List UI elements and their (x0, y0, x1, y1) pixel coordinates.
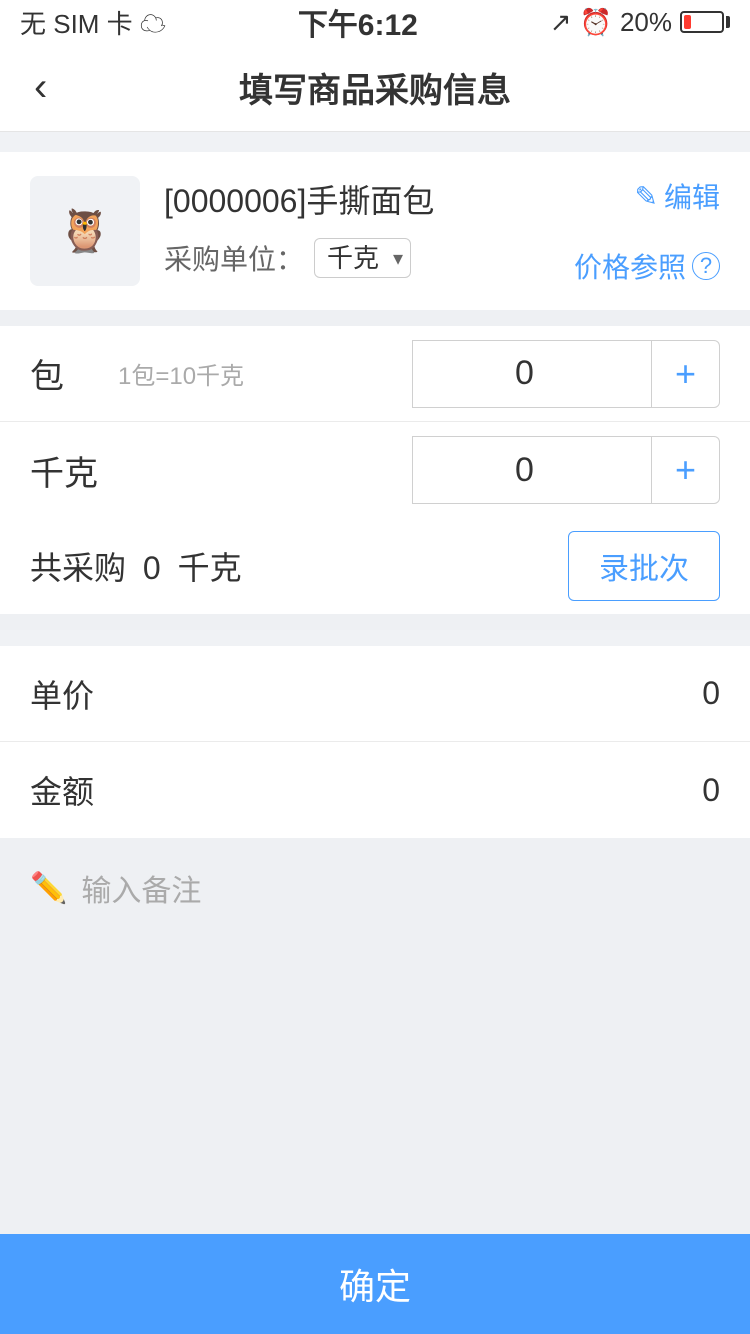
bag-input-control: + (412, 340, 720, 408)
total-unit: 千克 (178, 550, 242, 586)
section-divider-2 (0, 614, 750, 630)
price-ref-icon: ? (692, 252, 720, 280)
product-image: 🦉 (30, 176, 140, 286)
kg-input-row: 千克 + (0, 422, 750, 518)
price-ref-button[interactable]: 价格参照 ? (574, 246, 720, 286)
unit-select[interactable]: 千克 包 (314, 238, 411, 278)
back-button[interactable]: ‹ (24, 55, 57, 120)
location-icon: ↗ (550, 7, 572, 38)
product-logo: 🦉 (59, 207, 111, 256)
kg-quantity-input[interactable] (412, 436, 652, 504)
total-prefix: 共采购 (30, 550, 126, 586)
unit-price-row: 单价 0 (0, 646, 750, 742)
edit-button[interactable]: ✎ 编辑 (635, 176, 720, 216)
unit-label: 采购单位： (164, 238, 304, 278)
status-time: 下午6:12 (298, 0, 418, 44)
bag-label: 包 (30, 349, 110, 398)
price-info-section: 单价 0 金额 0 (0, 646, 750, 838)
bag-quantity-input[interactable] (412, 340, 652, 408)
kg-input-control: + (412, 436, 720, 504)
pencil-icon: ✏️ (30, 871, 67, 906)
unit-price-label: 单价 (30, 671, 702, 717)
status-bar: 无 SIM 卡 ☁ 下午6:12 ↗ ⏰ 20% (0, 0, 750, 44)
unit-select-wrapper[interactable]: 千克 包 ▾ (314, 238, 411, 278)
confirm-button[interactable]: 确定 (0, 1234, 750, 1334)
amount-row: 金额 0 (0, 742, 750, 838)
unit-price-value: 0 (702, 675, 720, 712)
bag-sublabel: 1包=10千克 (118, 356, 412, 391)
status-right: ↗ ⏰ 20% (550, 7, 730, 38)
batch-button[interactable]: 录批次 (568, 531, 720, 601)
input-section: 包 1包=10千克 + 千克 + (0, 326, 750, 518)
bag-plus-button[interactable]: + (652, 340, 720, 408)
notes-section[interactable]: ✏️ 输入备注 (0, 838, 750, 938)
bag-input-row: 包 1包=10千克 + (0, 326, 750, 422)
status-left: 无 SIM 卡 ☁ (20, 4, 166, 41)
total-amount: 0 (143, 550, 161, 586)
total-label: 共采购 0 千克 (30, 543, 568, 589)
edit-icon: ✎ (635, 180, 658, 213)
page-title: 填写商品采购信息 (239, 63, 511, 112)
amount-value: 0 (702, 772, 720, 809)
kg-label: 千克 (30, 446, 110, 495)
amount-label: 金额 (30, 767, 702, 813)
price-ref-label: 价格参照 (574, 246, 686, 286)
section-divider-1 (0, 310, 750, 326)
alarm-icon: ⏰ (580, 7, 612, 38)
notes-placeholder: 输入备注 (81, 866, 201, 910)
total-row: 共采购 0 千克 录批次 (0, 518, 750, 614)
battery-percent: 20% (620, 7, 672, 38)
sim-label: 无 SIM 卡 ☁ (20, 4, 166, 41)
battery-icon (680, 11, 730, 33)
kg-plus-button[interactable]: + (652, 436, 720, 504)
edit-label: 编辑 (664, 176, 720, 216)
product-card: 🦉 [0000006]手撕面包 采购单位： 千克 包 ▾ ✎ 编辑 价格参照 ? (0, 152, 750, 310)
nav-bar: ‹ 填写商品采购信息 (0, 44, 750, 132)
